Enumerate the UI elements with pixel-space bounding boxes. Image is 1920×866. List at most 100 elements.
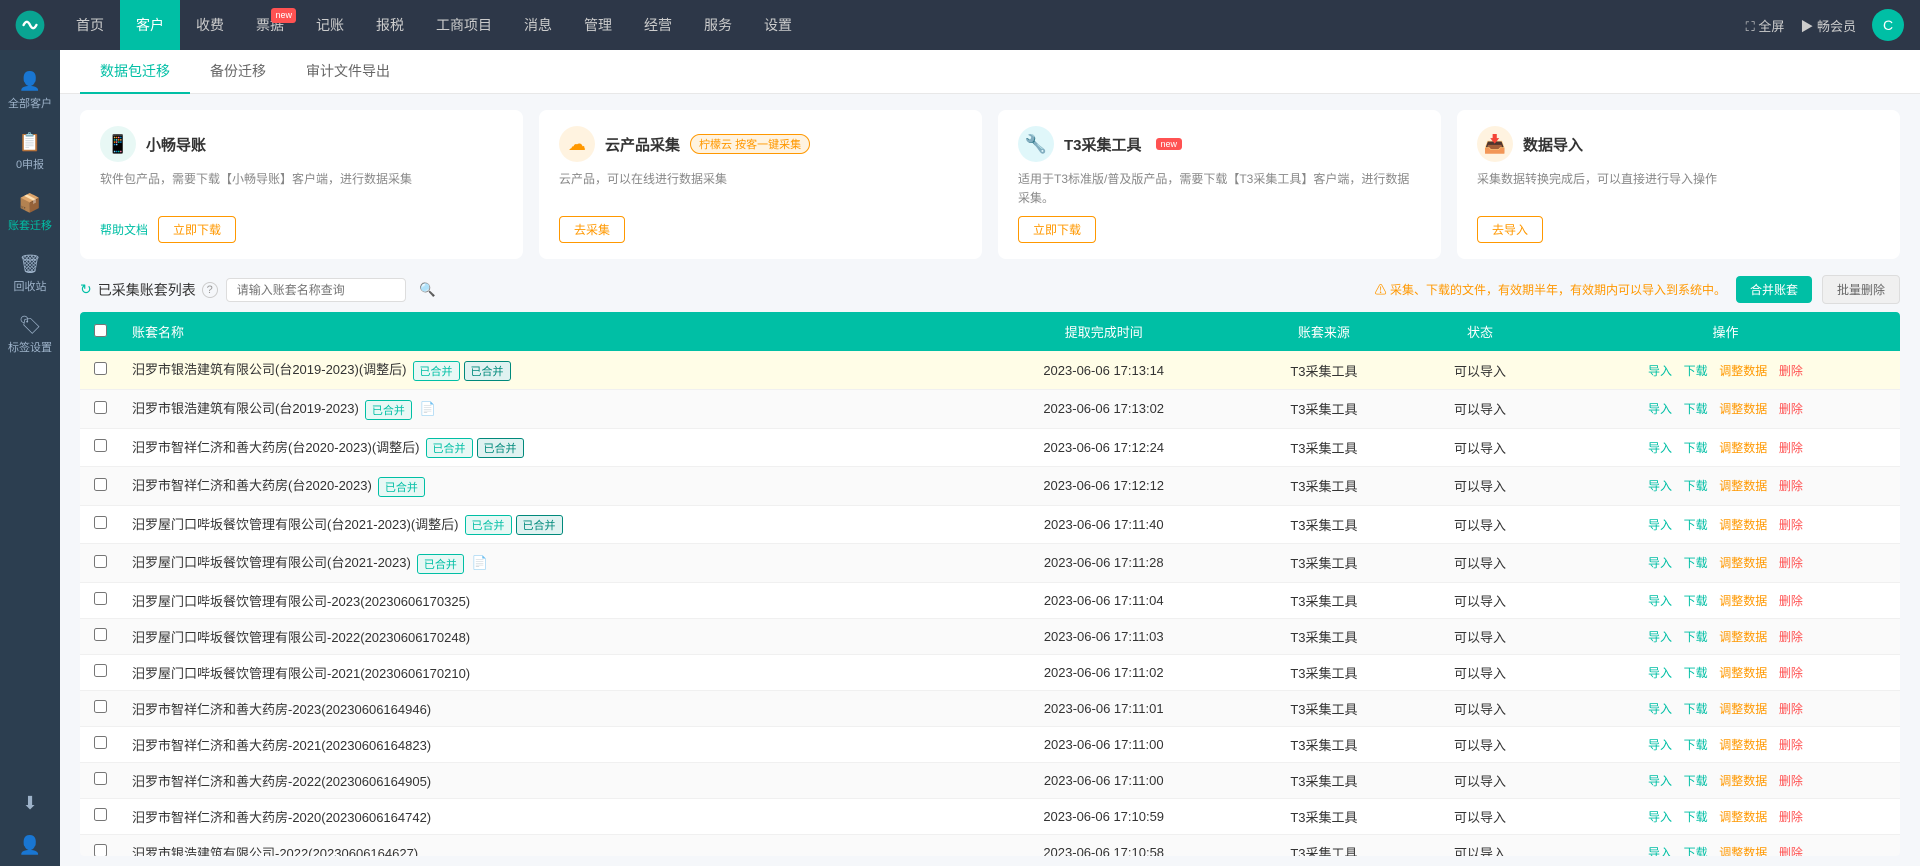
action-import[interactable]: 导入 xyxy=(1648,702,1672,716)
nav-tax[interactable]: 报税 xyxy=(360,0,420,50)
yunproduct-subtitle[interactable]: 柠檬云 按客一键采集 xyxy=(690,134,810,154)
t3tool-download-btn[interactable]: 立即下载 xyxy=(1018,216,1096,243)
action-adjust[interactable]: 调整数据 xyxy=(1719,479,1767,493)
action-import[interactable]: 导入 xyxy=(1648,556,1672,570)
row-checkbox[interactable] xyxy=(94,592,107,605)
action-import[interactable]: 导入 xyxy=(1648,810,1672,824)
nav-invoice[interactable]: 票据 new xyxy=(240,0,300,50)
action-delete[interactable]: 删除 xyxy=(1779,479,1803,493)
action-delete[interactable]: 删除 xyxy=(1779,774,1803,788)
avatar[interactable]: C xyxy=(1872,9,1904,41)
action-import[interactable]: 导入 xyxy=(1648,402,1672,416)
action-import[interactable]: 导入 xyxy=(1648,594,1672,608)
action-import[interactable]: 导入 xyxy=(1648,364,1672,378)
sidebar-item-tag-settings[interactable]: 🏷 标签设置 xyxy=(0,304,60,365)
action-download[interactable]: 下载 xyxy=(1684,518,1708,532)
member-btn[interactable]: ▶ 畅会员 xyxy=(1800,16,1856,35)
action-download[interactable]: 下载 xyxy=(1684,774,1708,788)
action-adjust[interactable]: 调整数据 xyxy=(1719,846,1767,856)
action-adjust[interactable]: 调整数据 xyxy=(1719,666,1767,680)
action-delete[interactable]: 删除 xyxy=(1779,556,1803,570)
action-adjust[interactable]: 调整数据 xyxy=(1719,441,1767,455)
sidebar-item-account-migration[interactable]: 📦 账套迁移 xyxy=(0,182,60,243)
tab-backup-migration[interactable]: 备份迁移 xyxy=(190,50,286,94)
action-download[interactable]: 下载 xyxy=(1684,630,1708,644)
row-checkbox[interactable] xyxy=(94,808,107,821)
action-adjust[interactable]: 调整数据 xyxy=(1719,738,1767,752)
nav-service[interactable]: 服务 xyxy=(688,0,748,50)
row-checkbox[interactable] xyxy=(94,555,107,568)
sidebar-item-zero-report[interactable]: 📋 0申报 xyxy=(0,121,60,182)
row-checkbox[interactable] xyxy=(94,516,107,529)
action-download[interactable]: 下载 xyxy=(1684,556,1708,570)
tab-data-migration[interactable]: 数据包迁移 xyxy=(80,50,190,94)
tab-audit-export[interactable]: 审计文件导出 xyxy=(286,50,410,94)
action-import[interactable]: 导入 xyxy=(1648,441,1672,455)
row-checkbox[interactable] xyxy=(94,401,107,414)
action-import[interactable]: 导入 xyxy=(1648,666,1672,680)
nav-charge[interactable]: 收费 xyxy=(180,0,240,50)
action-download[interactable]: 下载 xyxy=(1684,666,1708,680)
nav-message[interactable]: 消息 xyxy=(508,0,568,50)
action-adjust[interactable]: 调整数据 xyxy=(1719,810,1767,824)
action-download[interactable]: 下载 xyxy=(1684,594,1708,608)
action-delete[interactable]: 删除 xyxy=(1779,810,1803,824)
row-checkbox[interactable] xyxy=(94,736,107,749)
action-delete[interactable]: 删除 xyxy=(1779,666,1803,680)
action-download[interactable]: 下载 xyxy=(1684,738,1708,752)
action-adjust[interactable]: 调整数据 xyxy=(1719,518,1767,532)
row-checkbox[interactable] xyxy=(94,772,107,785)
action-import[interactable]: 导入 xyxy=(1648,518,1672,532)
action-adjust[interactable]: 调整数据 xyxy=(1719,402,1767,416)
action-import[interactable]: 导入 xyxy=(1648,846,1672,856)
action-delete[interactable]: 删除 xyxy=(1779,402,1803,416)
search-input[interactable] xyxy=(226,278,406,302)
nav-management[interactable]: 管理 xyxy=(568,0,628,50)
action-adjust[interactable]: 调整数据 xyxy=(1719,594,1767,608)
nav-home[interactable]: 首页 xyxy=(60,0,120,50)
action-download[interactable]: 下载 xyxy=(1684,702,1708,716)
action-import[interactable]: 导入 xyxy=(1648,630,1672,644)
xiaochangdaozhang-download-btn[interactable]: 立即下载 xyxy=(158,216,236,243)
action-import[interactable]: 导入 xyxy=(1648,738,1672,752)
merge-account-btn[interactable]: 合并账套 xyxy=(1736,276,1812,303)
action-delete[interactable]: 删除 xyxy=(1779,594,1803,608)
action-adjust[interactable]: 调整数据 xyxy=(1719,364,1767,378)
nav-operation[interactable]: 经营 xyxy=(628,0,688,50)
action-delete[interactable]: 删除 xyxy=(1779,518,1803,532)
help-icon[interactable]: ? xyxy=(202,282,218,298)
sidebar-item-all-customers[interactable]: 👤 全部客户 xyxy=(0,60,60,121)
action-delete[interactable]: 删除 xyxy=(1779,738,1803,752)
nav-customer[interactable]: 客户 xyxy=(120,0,180,50)
action-adjust[interactable]: 调整数据 xyxy=(1719,702,1767,716)
action-adjust[interactable]: 调整数据 xyxy=(1719,556,1767,570)
action-download[interactable]: 下载 xyxy=(1684,846,1708,856)
sidebar-download[interactable]: ⬇ xyxy=(0,782,60,824)
row-checkbox[interactable] xyxy=(94,362,107,375)
row-checkbox[interactable] xyxy=(94,844,107,856)
action-download[interactable]: 下载 xyxy=(1684,364,1708,378)
action-download[interactable]: 下载 xyxy=(1684,479,1708,493)
row-checkbox[interactable] xyxy=(94,628,107,641)
sidebar-user[interactable]: 👤 xyxy=(0,824,60,866)
select-all-checkbox[interactable] xyxy=(94,324,107,337)
action-adjust[interactable]: 调整数据 xyxy=(1719,630,1767,644)
action-delete[interactable]: 删除 xyxy=(1779,441,1803,455)
file-icon[interactable]: 📄 xyxy=(471,555,487,570)
action-delete[interactable]: 删除 xyxy=(1779,630,1803,644)
nav-business[interactable]: 工商项目 xyxy=(420,0,508,50)
dataimport-import-btn[interactable]: 去导入 xyxy=(1477,216,1543,243)
action-download[interactable]: 下载 xyxy=(1684,810,1708,824)
row-checkbox[interactable] xyxy=(94,700,107,713)
file-icon[interactable]: 📄 xyxy=(419,401,435,416)
action-import[interactable]: 导入 xyxy=(1648,479,1672,493)
action-adjust[interactable]: 调整数据 xyxy=(1719,774,1767,788)
batch-delete-btn[interactable]: 批量删除 xyxy=(1822,275,1900,304)
action-delete[interactable]: 删除 xyxy=(1779,364,1803,378)
xiaochangdaozhang-help-link[interactable]: 帮助文档 xyxy=(100,221,148,238)
search-button[interactable]: 🔍 xyxy=(414,276,442,304)
yunproduct-collect-btn[interactable]: 去采集 xyxy=(559,216,625,243)
sidebar-item-recycle[interactable]: 🗑 回收站 xyxy=(0,243,60,304)
row-checkbox[interactable] xyxy=(94,478,107,491)
nav-settings[interactable]: 设置 xyxy=(748,0,808,50)
